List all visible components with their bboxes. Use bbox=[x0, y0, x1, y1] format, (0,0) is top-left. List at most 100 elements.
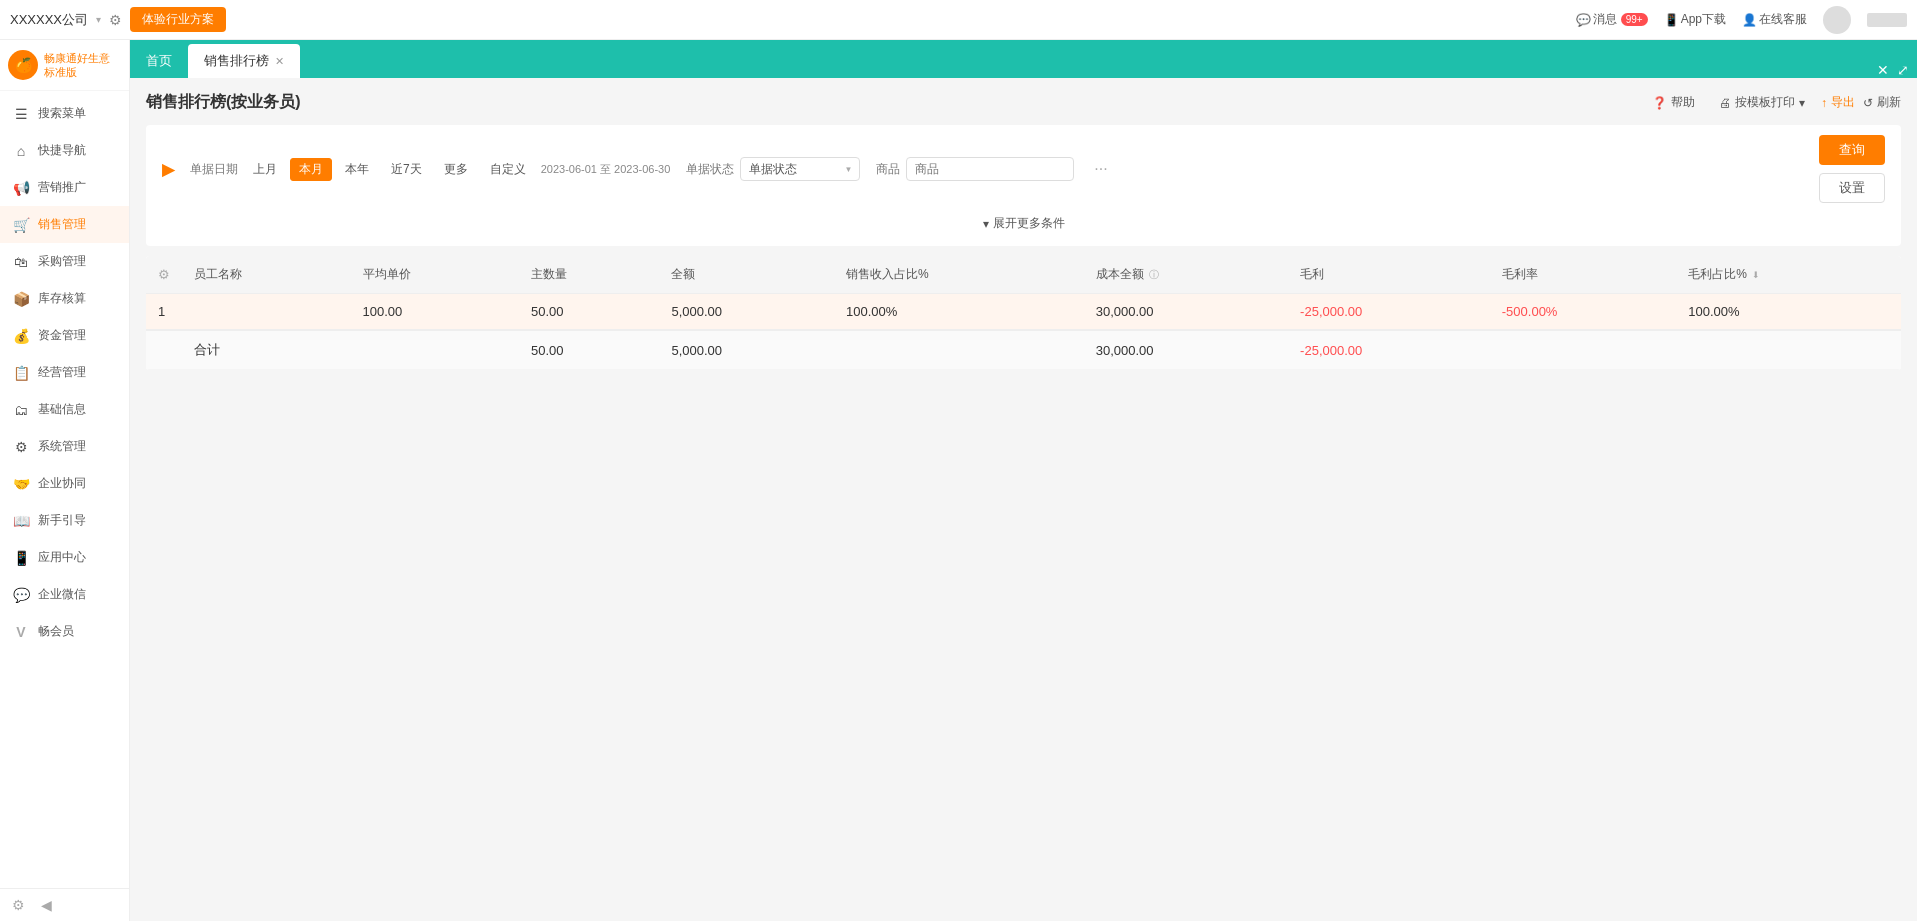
logo-text: 畅康通好生意 标准版 bbox=[44, 51, 110, 80]
footer-qty: 50.00 bbox=[519, 330, 659, 370]
content-area: 首页 销售排行榜 ✕ ✕ ⤢ 销售排行榜(按业务员) bbox=[130, 40, 1917, 921]
th-profit-rate-label: 毛利率 bbox=[1502, 267, 1538, 281]
goods-input[interactable] bbox=[906, 157, 1074, 181]
page-actions: ❓ 帮助 🖨 按模板打印 ▾ ↑ 导出 ↺ bbox=[1644, 90, 1901, 115]
expand-more-btn[interactable]: ▾ 展开更多条件 bbox=[971, 211, 1077, 236]
sidebar-item-sales[interactable]: 🛒 销售管理 bbox=[0, 206, 129, 243]
date-btn-more[interactable]: 更多 bbox=[435, 158, 477, 181]
sidebar-item-wechat[interactable]: 💬 企业微信 bbox=[0, 576, 129, 613]
table-header-row: ⚙ 员工名称 平均单价 主数量 bbox=[146, 256, 1901, 294]
sidebar-item-capital[interactable]: 💰 资金管理 bbox=[0, 317, 129, 354]
tab-expand-icon[interactable]: ⤢ bbox=[1897, 62, 1909, 78]
cell-profit-rate: -500.00% bbox=[1490, 294, 1676, 331]
cell-profit-pct: 100.00% bbox=[1676, 294, 1901, 331]
footer-profit: -25,000.00 bbox=[1288, 330, 1490, 370]
sidebar-collapse-icon[interactable]: ◀ bbox=[41, 897, 52, 913]
column-settings-icon[interactable]: ⚙ bbox=[158, 267, 170, 282]
tab-sales-rank[interactable]: 销售排行榜 ✕ bbox=[188, 44, 300, 78]
sidebar-label-system: 系统管理 bbox=[38, 438, 86, 455]
th-avg-price-label: 平均单价 bbox=[363, 267, 411, 281]
refresh-btn[interactable]: ↺ 刷新 bbox=[1863, 94, 1901, 111]
sidebar-item-app-center[interactable]: 📱 应用中心 bbox=[0, 539, 129, 576]
sidebar-item-operation[interactable]: 📋 经营管理 bbox=[0, 354, 129, 391]
footer-amount: 5,000.00 bbox=[659, 330, 834, 370]
page-header: 销售排行榜(按业务员) ❓ 帮助 🖨 按模板打印 ▾ ↑ bbox=[146, 90, 1901, 115]
date-btn-this-year[interactable]: 本年 bbox=[336, 158, 378, 181]
print-btn[interactable]: 🖨 按模板打印 ▾ bbox=[1711, 90, 1813, 115]
footer-cost: 30,000.00 bbox=[1084, 330, 1288, 370]
tab-minimize-icon[interactable]: ✕ bbox=[1877, 62, 1889, 78]
more-filters-btn[interactable]: ··· bbox=[1090, 160, 1111, 178]
status-select[interactable]: 单据状态 bbox=[740, 157, 860, 181]
sidebar-settings-icon[interactable]: ⚙ bbox=[12, 897, 25, 913]
cell-amount: 5,000.00 bbox=[659, 294, 834, 331]
sidebar-label-capital: 资金管理 bbox=[38, 327, 86, 344]
member-icon: V bbox=[12, 624, 30, 640]
settings-btn[interactable]: 设置 bbox=[1819, 173, 1885, 203]
profit-pct-sort-icon[interactable]: ⬇ bbox=[1752, 270, 1760, 280]
top-bar-left: XXXXXX公司 ▾ ⚙ 体验行业方案 bbox=[10, 7, 226, 32]
query-btn[interactable]: 查询 bbox=[1819, 135, 1885, 165]
sidebar-item-member[interactable]: V 畅会员 bbox=[0, 613, 129, 650]
search-order-icon: ☰ bbox=[12, 106, 30, 122]
date-btn-last-month[interactable]: 上月 bbox=[244, 158, 286, 181]
export-label: 导出 bbox=[1831, 94, 1855, 111]
help-btn[interactable]: ❓ 帮助 bbox=[1644, 90, 1703, 115]
sidebar-label-marketing: 营销推广 bbox=[38, 179, 86, 196]
footer-label: 合计 bbox=[182, 330, 351, 370]
avatar bbox=[1823, 6, 1851, 34]
message-btn[interactable]: 💬 消息 99+ bbox=[1576, 11, 1648, 28]
message-icon: 💬 bbox=[1576, 13, 1591, 27]
sidebar-item-guide[interactable]: 📖 新手引导 bbox=[0, 502, 129, 539]
sidebar-item-search-order[interactable]: ☰ 搜索菜单 bbox=[0, 95, 129, 132]
th-cost-label: 成本全额 bbox=[1096, 267, 1144, 281]
online-service-btn[interactable]: 👤 在线客服 bbox=[1742, 11, 1807, 28]
help-label: 帮助 bbox=[1671, 94, 1695, 111]
message-label: 消息 bbox=[1593, 11, 1617, 28]
date-btn-7days[interactable]: 近7天 bbox=[382, 158, 431, 181]
sidebar-item-enterprise[interactable]: 🤝 企业协同 bbox=[0, 465, 129, 502]
tab-home[interactable]: 首页 bbox=[130, 44, 188, 78]
app-download-btn[interactable]: 📱 App下载 bbox=[1664, 11, 1726, 28]
sidebar-item-marketing[interactable]: 📢 营销推广 bbox=[0, 169, 129, 206]
date-btn-custom[interactable]: 自定义 bbox=[481, 158, 535, 181]
filter-collapse-icon[interactable]: ▶ bbox=[162, 160, 174, 179]
th-profit: 毛利 bbox=[1288, 256, 1490, 294]
top-bar-right: 💬 消息 99+ 📱 App下载 👤 在线客服 bbox=[1576, 6, 1907, 34]
system-icon: ⚙ bbox=[12, 439, 30, 455]
tab-close-icon[interactable]: ✕ bbox=[275, 55, 284, 68]
footer-sales-pct bbox=[834, 330, 1084, 370]
sidebar-item-basic[interactable]: 🗂 基础信息 bbox=[0, 391, 129, 428]
date-toggle: 上月 本月 本年 近7天 更多 自定义 bbox=[244, 158, 535, 181]
gear-icon[interactable]: ⚙ bbox=[109, 12, 122, 28]
goods-filter-label: 商品 bbox=[876, 161, 900, 178]
expand-icon: ▾ bbox=[983, 217, 989, 231]
export-btn[interactable]: ↑ 导出 bbox=[1821, 94, 1855, 111]
sidebar-item-quick-nav[interactable]: ⌂ 快捷导航 bbox=[0, 132, 129, 169]
status-select-wrapper: 单据状态 bbox=[740, 157, 860, 181]
service-label: 在线客服 bbox=[1759, 11, 1807, 28]
chevron-down-icon[interactable]: ▾ bbox=[96, 14, 101, 25]
sidebar-item-system[interactable]: ⚙ 系统管理 bbox=[0, 428, 129, 465]
capital-icon: 💰 bbox=[12, 328, 30, 344]
app-label: App下载 bbox=[1681, 11, 1726, 28]
sidebar-item-inventory[interactable]: 📦 库存核算 bbox=[0, 280, 129, 317]
th-qty: 主数量 bbox=[519, 256, 659, 294]
top-bar: XXXXXX公司 ▾ ⚙ 体验行业方案 💬 消息 99+ 📱 App下载 👤 在… bbox=[0, 0, 1917, 40]
sidebar-label-enterprise: 企业协同 bbox=[38, 475, 86, 492]
sidebar-label-inventory: 库存核算 bbox=[38, 290, 86, 307]
expand-label: 展开更多条件 bbox=[993, 215, 1065, 232]
date-btn-this-month[interactable]: 本月 bbox=[290, 158, 332, 181]
tab-bar: 首页 销售排行榜 ✕ ✕ ⤢ bbox=[130, 40, 1917, 78]
footer-row: 合计 50.00 5,000.00 30,000.00 -25,000.00 bbox=[146, 330, 1901, 370]
sidebar-label-operation: 经营管理 bbox=[38, 364, 86, 381]
sidebar-label-search-order: 搜索菜单 bbox=[38, 105, 86, 122]
service-icon: 👤 bbox=[1742, 13, 1757, 27]
filter-bar: ▶ 单据日期 上月 本月 本年 近7天 更多 自定义 bbox=[146, 125, 1901, 246]
help-icon: ❓ bbox=[1652, 96, 1667, 110]
status-filter: 单据状态 单据状态 bbox=[686, 157, 860, 181]
th-qty-label: 主数量 bbox=[531, 267, 567, 281]
cost-info-icon[interactable]: ⓘ bbox=[1149, 269, 1159, 280]
trial-btn[interactable]: 体验行业方案 bbox=[130, 7, 226, 32]
sidebar-item-purchase[interactable]: 🛍 采购管理 bbox=[0, 243, 129, 280]
